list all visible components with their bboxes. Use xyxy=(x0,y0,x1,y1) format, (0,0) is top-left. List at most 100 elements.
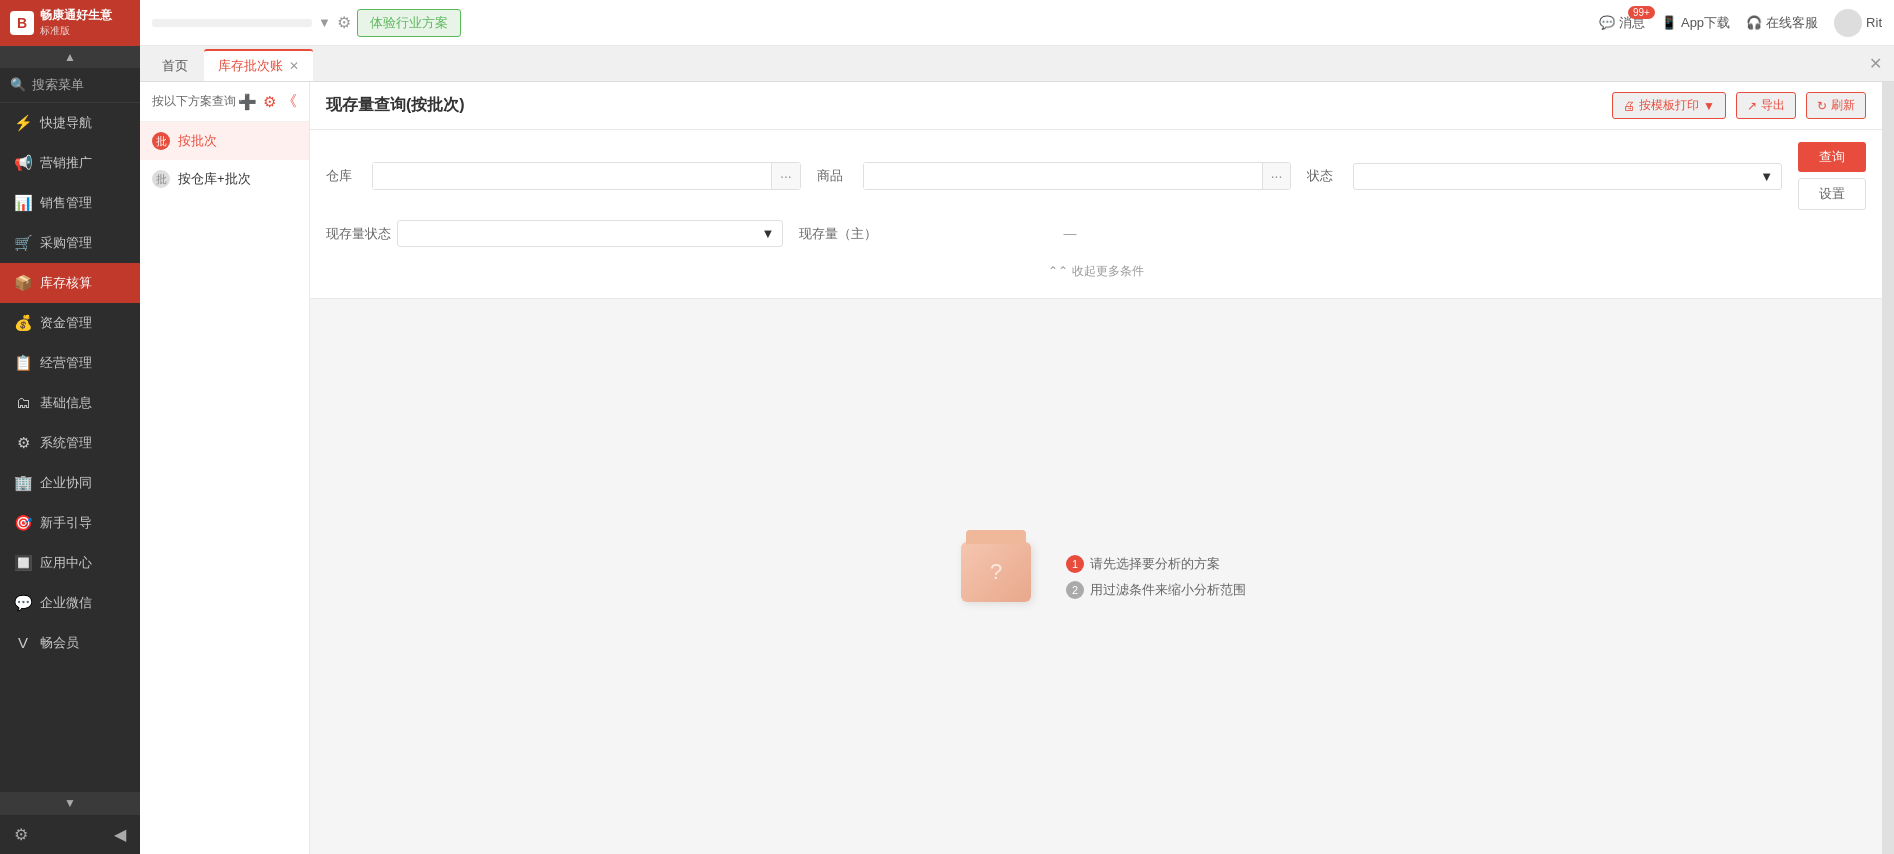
page-area: 按以下方案查询 ➕ ⚙ 《 批 按批次 批 按仓库+批次 现存量查询(按批次) xyxy=(140,82,1894,854)
content-area: 现存量查询(按批次) 🖨 按模板打印 ▼ ↗ 导出 ↻ 刷新 xyxy=(310,82,1882,854)
user-item[interactable]: Rit xyxy=(1834,9,1882,37)
sidebar-item-enterprise[interactable]: 🏢企业协同 xyxy=(0,463,140,503)
inventory-icon: 📦 xyxy=(14,274,32,292)
basic-label: 基础信息 xyxy=(40,394,92,412)
topbar-search-box[interactable] xyxy=(152,19,312,27)
sidebar-item-sales[interactable]: 📊 销售管理 xyxy=(0,183,140,223)
sidebar-item-marketing[interactable]: 📢营销推广 xyxy=(0,143,140,183)
member-label: 畅会员 xyxy=(40,634,79,652)
close-panel-icon[interactable]: ✕ xyxy=(1865,50,1886,77)
sales-icon: 📊 xyxy=(14,194,32,212)
scheme-item-by-batch[interactable]: 批 按批次 xyxy=(140,122,309,160)
settings-scheme-icon[interactable]: ⚙ xyxy=(263,93,276,111)
refresh-icon: ↻ xyxy=(1817,99,1827,113)
product-filter: 商品 ··· xyxy=(817,162,1292,190)
add-scheme-icon[interactable]: ➕ xyxy=(238,93,257,111)
sidebar-item-inventory[interactable]: 📦库存核算 xyxy=(0,263,140,303)
scheme-label-by-warehouse-batch: 按仓库+批次 xyxy=(178,170,251,188)
right-edge-tab[interactable] xyxy=(1882,82,1894,854)
sidebar-item-app[interactable]: 🔲应用中心 xyxy=(0,543,140,583)
sidebar-header: B 畅康通好生意 标准版 xyxy=(0,0,140,46)
page-header-actions: 🖨 按模板打印 ▼ ↗ 导出 ↻ 刷新 xyxy=(1612,92,1866,119)
messages-item[interactable]: 💬 消息 99+ xyxy=(1599,14,1645,32)
collapse-row[interactable]: ⌃⌃ 收起更多条件 xyxy=(326,257,1866,286)
tabbar: 首页 库存批次账✕ ✕ xyxy=(140,46,1894,82)
export-button[interactable]: ↗ 导出 xyxy=(1736,92,1796,119)
sidebar-item-system[interactable]: ⚙ 系统管理 xyxy=(0,423,140,463)
warehouse-dots-btn[interactable]: ··· xyxy=(771,163,800,189)
finance-label: 资金管理 xyxy=(40,314,92,332)
settings-topbar-icon[interactable]: ⚙ xyxy=(337,13,351,32)
tab-home[interactable]: 首页 xyxy=(148,51,202,81)
collapse-sidebar-icon[interactable]: ◀ xyxy=(114,825,126,844)
username-label: Rit xyxy=(1866,15,1882,30)
enterprise-icon: 🏢 xyxy=(14,474,32,492)
scroll-up-btn[interactable]: ▲ xyxy=(0,46,140,68)
logo-icon: B xyxy=(10,11,34,35)
stock-status-filter: 现存量状态 ▼ xyxy=(326,220,783,247)
scheme-panel: 按以下方案查询 ➕ ⚙ 《 批 按批次 批 按仓库+批次 xyxy=(140,82,310,854)
filter-row-2: 现存量状态 ▼ 现存量（主） — xyxy=(326,220,1866,247)
sidebar-scroll: 🔍 搜索菜单 ⚡快捷导航📢营销推广 📊 销售管理 🛒采购管理📦库存核算 💰 资金管理 📋经营… xyxy=(0,68,140,792)
stock-status-select[interactable]: ▼ xyxy=(397,220,783,247)
main-area: ▼ ⚙ 体验行业方案 💬 消息 99+ 📱 App下载 🎧 在线客服 Rit xyxy=(140,0,1894,854)
chevron-down-status-icon: ▼ xyxy=(1760,169,1773,184)
purchase-icon: 🛒 xyxy=(14,234,32,252)
sidebar-item-basic[interactable]: 🗂 基础信息 xyxy=(0,383,140,423)
settings-button[interactable]: 设置 xyxy=(1798,178,1866,210)
product-label: 商品 xyxy=(817,167,857,185)
chevron-down-icon: ▼ xyxy=(318,15,331,30)
sidebar-item-quick-nav[interactable]: ⚡快捷导航 xyxy=(0,103,140,143)
scheme-item-by-warehouse-batch[interactable]: 批 按仓库+批次 xyxy=(140,160,309,198)
chevron-down-print-icon: ▼ xyxy=(1703,99,1715,113)
status-select[interactable]: ▼ xyxy=(1353,163,1782,190)
sales-label: 销售管理 xyxy=(40,194,92,212)
scroll-down-btn[interactable]: ▼ xyxy=(0,792,140,814)
scheme-header-actions: ➕ ⚙ 《 xyxy=(238,92,297,111)
sidebar-item-wechat[interactable]: 💬企业微信 xyxy=(0,583,140,623)
scheme-icon-by-warehouse-batch: 批 xyxy=(152,170,170,188)
sidebar-search[interactable]: 🔍 搜索菜单 xyxy=(0,68,140,103)
system-label: 系统管理 xyxy=(40,434,92,452)
tab-label-home: 首页 xyxy=(162,58,188,73)
tab-inventory-batch[interactable]: 库存批次账✕ xyxy=(204,49,313,81)
collapse-scheme-icon[interactable]: 《 xyxy=(282,92,297,111)
sidebar-item-purchase[interactable]: 🛒采购管理 xyxy=(0,223,140,263)
member-icon: V xyxy=(14,634,32,652)
scheme-header-label: 按以下方案查询 xyxy=(152,93,236,110)
sidebar-footer: ⚙ ◀ xyxy=(0,814,140,854)
sidebar-item-guide[interactable]: 🎯新手引导 xyxy=(0,503,140,543)
product-dots-btn[interactable]: ··· xyxy=(1262,163,1291,189)
product-input[interactable] xyxy=(864,163,1262,189)
basic-icon: 🗂 xyxy=(14,394,32,412)
warehouse-input[interactable] xyxy=(373,163,771,189)
search-icon: 🔍 xyxy=(10,77,26,92)
finance-icon: 💰 xyxy=(14,314,32,332)
status-label: 状态 xyxy=(1307,167,1347,185)
scheme-label-by-batch: 按批次 xyxy=(178,132,217,150)
query-button[interactable]: 查询 xyxy=(1798,142,1866,172)
wechat-icon: 💬 xyxy=(14,594,32,612)
trial-button[interactable]: 体验行业方案 xyxy=(357,9,461,37)
guide-icon: 🎯 xyxy=(14,514,32,532)
edition-label: 标准版 xyxy=(40,24,112,38)
refresh-button[interactable]: ↻ 刷新 xyxy=(1806,92,1866,119)
nav-items: ⚡快捷导航📢营销推广 📊 销售管理 🛒采购管理📦库存核算 💰 资金管理 📋经营管理 🗂 基础信息… xyxy=(0,103,140,663)
sidebar-item-member[interactable]: V 畅会员 xyxy=(0,623,140,663)
warehouse-filter: 仓库 ··· xyxy=(326,162,801,190)
messages-badge: 99+ xyxy=(1628,6,1655,19)
sidebar-item-operations[interactable]: 📋经营管理 xyxy=(0,343,140,383)
app-download-item[interactable]: 📱 App下载 xyxy=(1661,14,1730,32)
print-button[interactable]: 🖨 按模板打印 ▼ xyxy=(1612,92,1726,119)
collapse-icon: ⌃⌃ xyxy=(1048,264,1068,278)
sidebar-item-finance[interactable]: 💰 资金管理 xyxy=(0,303,140,343)
online-service-item[interactable]: 🎧 在线客服 xyxy=(1746,14,1818,32)
company-name: 畅康通好生意 xyxy=(40,8,112,24)
status-filter: 状态 ▼ xyxy=(1307,163,1782,190)
filter-row-1: 仓库 ··· 商品 ··· xyxy=(326,142,1866,210)
system-icon: ⚙ xyxy=(14,434,32,452)
tabs-container: 首页 库存批次账✕ xyxy=(148,46,313,81)
settings-footer-icon[interactable]: ⚙ xyxy=(14,825,28,844)
message-icon: 💬 xyxy=(1599,15,1615,30)
tab-close-inventory-batch[interactable]: ✕ xyxy=(289,59,299,73)
